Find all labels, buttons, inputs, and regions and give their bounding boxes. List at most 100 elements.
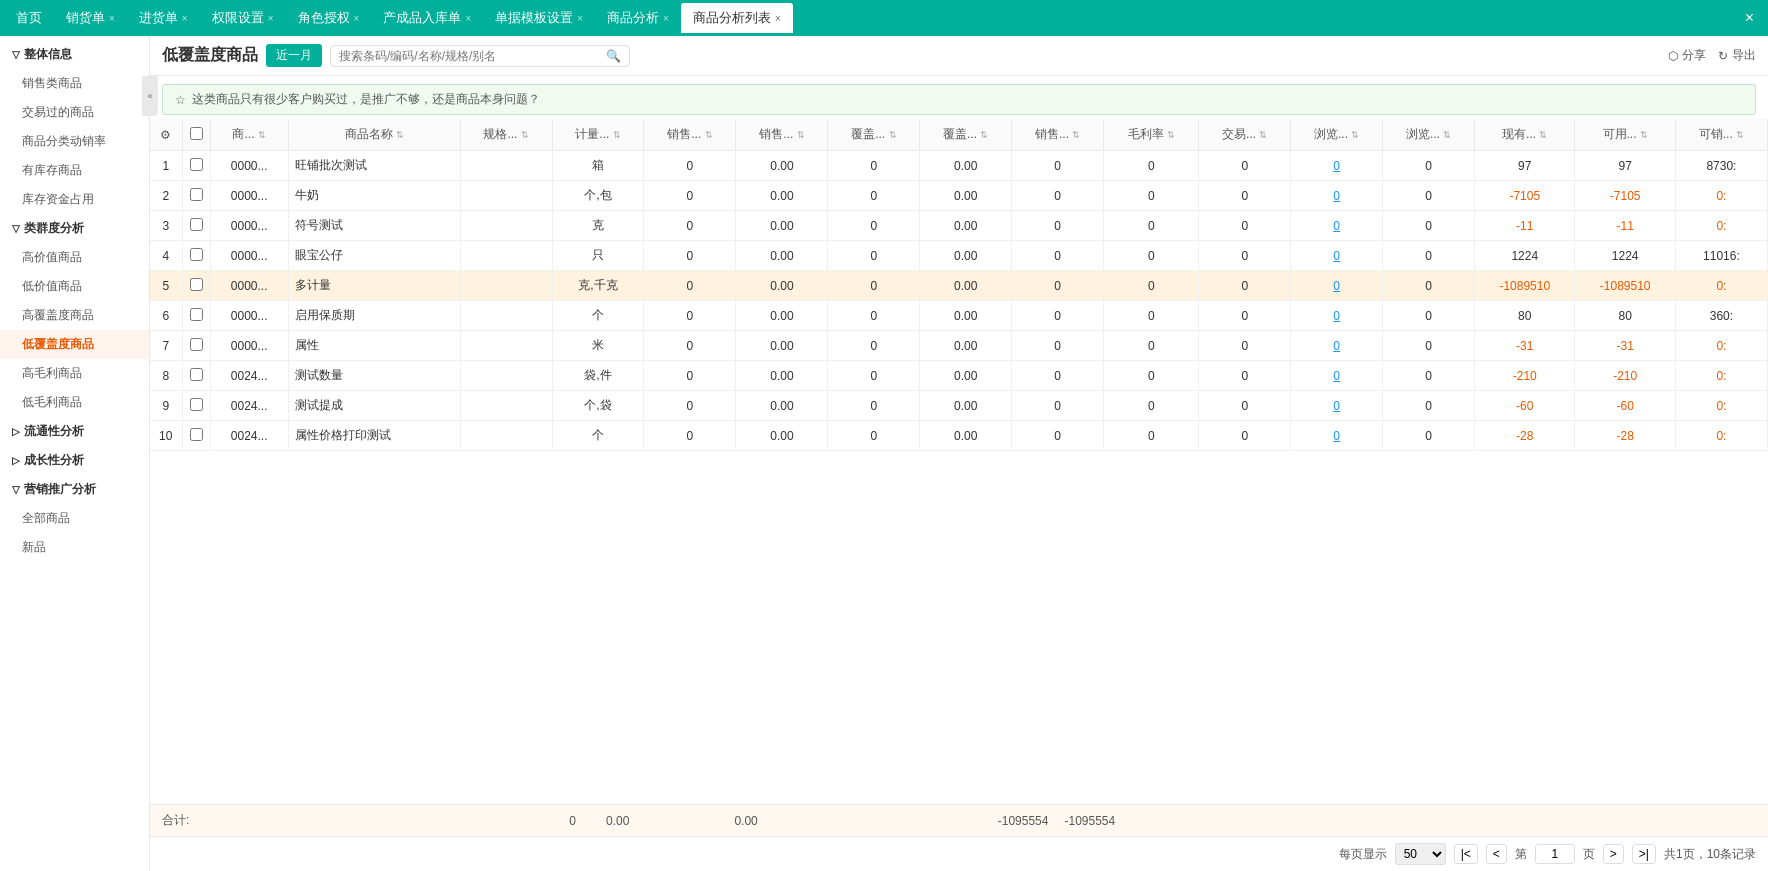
- sidebar-group-growth[interactable]: ▷ 成长性分析: [0, 446, 149, 475]
- col-current-stock[interactable]: 现有... ⇅: [1475, 119, 1575, 151]
- sidebar-item-high-value[interactable]: 高价值商品: [0, 243, 149, 272]
- cell-browse1[interactable]: 0: [1291, 181, 1383, 211]
- last-page-button[interactable]: >|: [1632, 844, 1656, 864]
- cell-checkbox[interactable]: [182, 421, 210, 451]
- nav-tab-warehouse[interactable]: 产成品入库单 ×: [371, 3, 483, 33]
- cell-checkbox[interactable]: [182, 361, 210, 391]
- cell-browse1[interactable]: 0: [1291, 211, 1383, 241]
- col-coverage2[interactable]: 覆盖... ⇅: [920, 119, 1012, 151]
- sidebar-item-low-value[interactable]: 低价值商品: [0, 272, 149, 301]
- col-sales-qty[interactable]: 销售... ⇅: [644, 119, 736, 151]
- cell-checkbox[interactable]: [182, 271, 210, 301]
- first-page-button[interactable]: |<: [1454, 844, 1478, 864]
- row-checkbox[interactable]: [190, 218, 203, 231]
- nav-tab-analysis[interactable]: 商品分析 ×: [595, 3, 681, 33]
- col-code[interactable]: 商... ⇅: [210, 119, 288, 151]
- share-button[interactable]: ⬡ 分享: [1668, 47, 1706, 64]
- row-checkbox[interactable]: [190, 398, 203, 411]
- row-checkbox[interactable]: [190, 188, 203, 201]
- page-number-input[interactable]: [1535, 844, 1575, 864]
- page-size-select[interactable]: 50 100 200: [1395, 843, 1446, 865]
- row-checkbox[interactable]: [190, 308, 203, 321]
- col-transaction[interactable]: 交易... ⇅: [1199, 119, 1291, 151]
- sidebar-group-overall[interactable]: ▽ 整体信息: [0, 40, 149, 69]
- nav-tab-template-close[interactable]: ×: [577, 13, 583, 24]
- col-spec[interactable]: 规格... ⇅: [460, 119, 552, 151]
- col-gross-margin[interactable]: 毛利率 ⇅: [1104, 119, 1199, 151]
- row-checkbox[interactable]: [190, 428, 203, 441]
- sidebar-item-low-margin[interactable]: 低毛利商品: [0, 388, 149, 417]
- col-browse2[interactable]: 浏览... ⇅: [1383, 119, 1475, 151]
- page-suffix: 页: [1583, 846, 1595, 863]
- nav-tab-role[interactable]: 角色授权 ×: [286, 3, 372, 33]
- sidebar-item-fund-occupy[interactable]: 库存资金占用: [0, 185, 149, 214]
- nav-tab-analysis-close[interactable]: ×: [663, 13, 669, 24]
- sidebar-group-cluster[interactable]: ▽ 类群度分析: [0, 214, 149, 243]
- sidebar-item-high-coverage[interactable]: 高覆盖度商品: [0, 301, 149, 330]
- nav-tab-analysis-list[interactable]: 商品分析列表 ×: [681, 3, 793, 33]
- nav-tab-purchase-close[interactable]: ×: [182, 13, 188, 24]
- next-page-button[interactable]: >: [1603, 844, 1624, 864]
- cell-browse1[interactable]: 0: [1291, 331, 1383, 361]
- data-table-container[interactable]: ⚙ 商... ⇅ 商品名称 ⇅ 规格... ⇅ 计量... ⇅ 销售... ⇅ …: [150, 119, 1768, 804]
- cell-checkbox[interactable]: [182, 331, 210, 361]
- col-unit[interactable]: 计量... ⇅: [552, 119, 644, 151]
- sidebar-group-circulation[interactable]: ▷ 流通性分析: [0, 417, 149, 446]
- sidebar-item-in-stock[interactable]: 有库存商品: [0, 156, 149, 185]
- search-icon[interactable]: 🔍: [606, 49, 621, 63]
- cell-checkbox[interactable]: [182, 301, 210, 331]
- col-sales3[interactable]: 销售... ⇅: [1012, 119, 1104, 151]
- row-checkbox[interactable]: [190, 248, 203, 261]
- sidebar-group-marketing[interactable]: ▽ 营销推广分析: [0, 475, 149, 504]
- col-browse1[interactable]: 浏览... ⇅: [1291, 119, 1383, 151]
- nav-tab-warehouse-close[interactable]: ×: [465, 13, 471, 24]
- cell-no: 5: [150, 271, 182, 301]
- col-sellable[interactable]: 可销... ⇅: [1675, 119, 1767, 151]
- row-checkbox[interactable]: [190, 278, 203, 291]
- export-button[interactable]: ↻ 导出: [1718, 47, 1756, 64]
- row-checkbox[interactable]: [190, 368, 203, 381]
- nav-tab-purchase[interactable]: 进货单 ×: [127, 3, 200, 33]
- table-row: 6 0000... 启用保质期 个 0 0.00 0 0.00 0 0 0 0 …: [150, 301, 1768, 331]
- search-input[interactable]: [339, 49, 602, 63]
- cell-checkbox[interactable]: [182, 181, 210, 211]
- col-name[interactable]: 商品名称 ⇅: [288, 119, 460, 151]
- period-button[interactable]: 近一月: [266, 44, 322, 67]
- nav-tab-analysis-list-close[interactable]: ×: [775, 13, 781, 24]
- nav-tab-template[interactable]: 单据模板设置 ×: [483, 3, 595, 33]
- sidebar-item-new-goods[interactable]: 新品: [0, 533, 149, 562]
- cell-browse1[interactable]: 0: [1291, 241, 1383, 271]
- sidebar-item-all-goods[interactable]: 全部商品: [0, 504, 149, 533]
- sidebar-item-traded-goods[interactable]: 交易过的商品: [0, 98, 149, 127]
- cell-browse1[interactable]: 0: [1291, 361, 1383, 391]
- nav-tab-role-close[interactable]: ×: [354, 13, 360, 24]
- nav-tab-sales-close[interactable]: ×: [109, 13, 115, 24]
- row-checkbox[interactable]: [190, 158, 203, 171]
- row-checkbox[interactable]: [190, 338, 203, 351]
- sidebar-item-sales-goods[interactable]: 销售类商品: [0, 69, 149, 98]
- prev-page-button[interactable]: <: [1486, 844, 1507, 864]
- cell-browse1[interactable]: 0: [1291, 421, 1383, 451]
- col-sales-amt[interactable]: 销售... ⇅: [736, 119, 828, 151]
- sidebar-collapse-button[interactable]: «: [142, 76, 158, 116]
- col-coverage1[interactable]: 覆盖... ⇅: [828, 119, 920, 151]
- nav-tab-permissions-close[interactable]: ×: [268, 13, 274, 24]
- cell-browse1[interactable]: 0: [1291, 391, 1383, 421]
- sidebar-item-low-coverage[interactable]: 低覆盖度商品: [0, 330, 149, 359]
- cell-checkbox[interactable]: [182, 211, 210, 241]
- nav-tab-sales[interactable]: 销货单 ×: [54, 3, 127, 33]
- select-all-checkbox[interactable]: [190, 127, 203, 140]
- cell-checkbox[interactable]: [182, 391, 210, 421]
- cell-checkbox[interactable]: [182, 241, 210, 271]
- cell-browse1[interactable]: 0: [1291, 271, 1383, 301]
- nav-tab-permissions[interactable]: 权限设置 ×: [200, 3, 286, 33]
- col-available[interactable]: 可用... ⇅: [1575, 119, 1675, 151]
- window-close-button[interactable]: ×: [1735, 5, 1764, 31]
- cell-browse1[interactable]: 0: [1291, 151, 1383, 181]
- cell-browse1[interactable]: 0: [1291, 301, 1383, 331]
- col-settings[interactable]: ⚙: [150, 119, 182, 151]
- nav-tab-home[interactable]: 首页: [4, 3, 54, 33]
- cell-checkbox[interactable]: [182, 151, 210, 181]
- sidebar-item-category-rate[interactable]: 商品分类动销率: [0, 127, 149, 156]
- sidebar-item-high-margin[interactable]: 高毛利商品: [0, 359, 149, 388]
